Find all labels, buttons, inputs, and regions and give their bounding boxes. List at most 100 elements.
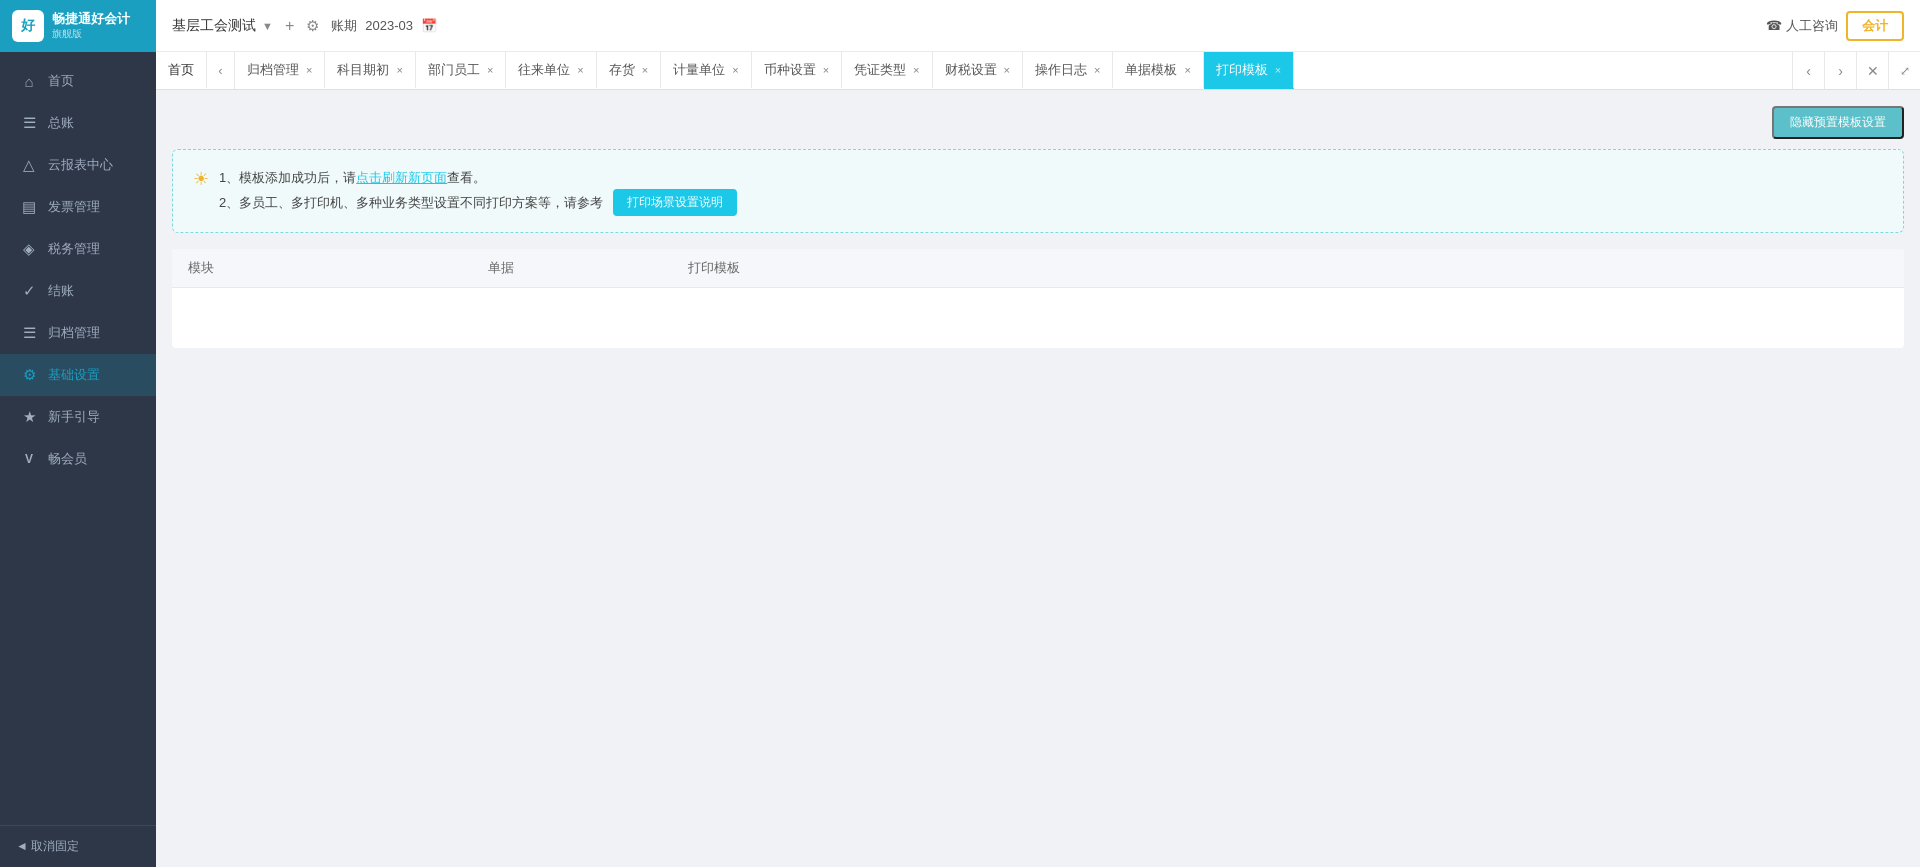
sidebar-label-checkout: 结账: [48, 282, 74, 300]
th-single: 单据: [472, 249, 672, 287]
tab-prev-btn[interactable]: ‹: [1792, 52, 1824, 89]
notice-line2: 2、多员工、多打印机、多种业务类型设置不同打印方案等，请参考 打印场景设置说明: [219, 189, 737, 216]
logo-sub: 旗舰版: [52, 27, 130, 41]
sidebar-item-home[interactable]: ⌂ 首页: [0, 60, 156, 102]
period-value: 2023-03: [365, 18, 413, 33]
tab-home[interactable]: 首页: [156, 52, 207, 89]
tab-singledoc[interactable]: 单据模板 ×: [1113, 52, 1203, 89]
company-name-text: 基层工会测试: [172, 17, 256, 35]
tab-next-btn[interactable]: ›: [1824, 52, 1856, 89]
tab-voucher-close[interactable]: ×: [913, 64, 919, 76]
tabbar: 首页 ‹ 归档管理 × 科目期初 × 部门员工 × 往来单位 × 存货 × 计量…: [156, 52, 1920, 90]
tab-currency-label: 币种设置: [764, 61, 816, 79]
period-label: 账期: [331, 17, 357, 35]
notice-link[interactable]: 点击刷新新页面: [356, 170, 447, 185]
tax-icon: ◈: [20, 240, 38, 258]
add-button[interactable]: +: [285, 17, 294, 35]
tab-archive[interactable]: 归档管理 ×: [235, 52, 325, 89]
tab-expand-btn[interactable]: ⤢: [1888, 52, 1920, 89]
sidebar-label-ledger: 总账: [48, 114, 74, 132]
content-area: 隐藏预置模板设置 ☀ 1、模板添加成功后，请点击刷新新页面查看。 2、多员工、多…: [156, 90, 1920, 867]
tab-nav-prev[interactable]: ‹: [207, 52, 235, 89]
logo-icon: 好: [12, 10, 44, 42]
calendar-icon[interactable]: 📅: [421, 18, 437, 33]
tab-close-btn[interactable]: ✕: [1856, 52, 1888, 89]
notice-line2-prefix: 2、多员工、多打印机、多种业务类型设置不同打印方案等，请参考: [219, 191, 603, 214]
tab-inventory-label: 存货: [609, 61, 635, 79]
tab-printtempl-close[interactable]: ×: [1275, 64, 1281, 76]
sidebar-label-invoice: 发票管理: [48, 198, 100, 216]
tab-department-label: 部门员工: [428, 61, 480, 79]
invoice-icon: ▤: [20, 198, 38, 216]
tab-voucher-label: 凭证类型: [854, 61, 906, 79]
home-icon: ⌂: [20, 73, 38, 90]
tab-subjects-close[interactable]: ×: [396, 64, 402, 76]
service-icon: ☎: [1766, 18, 1782, 33]
table-header: 模块 单据 打印模板: [172, 249, 1904, 288]
logo-text-block: 畅捷通好会计 旗舰版: [52, 11, 130, 41]
tab-measure-label: 计量单位: [673, 61, 725, 79]
tab-department-close[interactable]: ×: [487, 64, 493, 76]
th-template: 打印模板: [672, 249, 1904, 287]
tab-archive-close[interactable]: ×: [306, 64, 312, 76]
tab-supplier-close[interactable]: ×: [577, 64, 583, 76]
tab-taxset-label: 财税设置: [945, 61, 997, 79]
sidebar-nav: ⌂ 首页 ☰ 总账 △ 云报表中心 ▤ 发票管理 ◈ 税务管理 ✓ 结账 ☰ 归…: [0, 52, 156, 825]
tab-measure[interactable]: 计量单位 ×: [661, 52, 751, 89]
sidebar-label-archive: 归档管理: [48, 324, 100, 342]
tab-taxset[interactable]: 财税设置 ×: [933, 52, 1023, 89]
topbar-actions: ☎ 人工咨询 会计: [1766, 11, 1904, 41]
sidebar-item-invoice[interactable]: ▤ 发票管理: [0, 186, 156, 228]
member-icon: V: [20, 452, 38, 466]
th-module: 模块: [172, 249, 472, 287]
sidebar-item-settings[interactable]: ⚙ 基础设置: [0, 354, 156, 396]
sidebar-item-member[interactable]: V 畅会员: [0, 438, 156, 480]
main-area: 基层工会测试 ▼ + ⚙ 账期 2023-03 📅 ☎ 人工咨询 会计 首页 ‹…: [156, 0, 1920, 867]
service-button[interactable]: ☎ 人工咨询: [1766, 17, 1838, 35]
tab-taxset-close[interactable]: ×: [1004, 64, 1010, 76]
tab-end-btns: ‹ › ✕ ⤢: [1792, 52, 1920, 89]
tab-inventory-close[interactable]: ×: [642, 64, 648, 76]
notice-box: ☀ 1、模板添加成功后，请点击刷新新页面查看。 2、多员工、多打印机、多种业务类…: [172, 149, 1904, 233]
sidebar-label-settings: 基础设置: [48, 366, 100, 384]
explain-button[interactable]: 打印场景设置说明: [613, 189, 737, 216]
sidebar-item-tax[interactable]: ◈ 税务管理: [0, 228, 156, 270]
guide-icon: ★: [20, 408, 38, 426]
topbar-settings-icon[interactable]: ⚙: [306, 17, 319, 35]
period-info: 账期 2023-03 📅: [331, 17, 437, 35]
sidebar-item-archive[interactable]: ☰ 归档管理: [0, 312, 156, 354]
company-name[interactable]: 基层工会测试 ▼: [172, 17, 273, 35]
tab-voucher[interactable]: 凭证类型 ×: [842, 52, 932, 89]
dropdown-icon[interactable]: ▼: [262, 20, 273, 32]
tab-currency-close[interactable]: ×: [823, 64, 829, 76]
sidebar-label-guide: 新手引导: [48, 408, 100, 426]
tab-inventory[interactable]: 存货 ×: [597, 52, 661, 89]
tab-currency[interactable]: 币种设置 ×: [752, 52, 842, 89]
tab-department[interactable]: 部门员工 ×: [416, 52, 506, 89]
sidebar-label-home: 首页: [48, 72, 74, 90]
tab-singledoc-close[interactable]: ×: [1184, 64, 1190, 76]
sidebar-item-ledger[interactable]: ☰ 总账: [0, 102, 156, 144]
tab-singledoc-label: 单据模板: [1125, 61, 1177, 79]
tab-oplog-close[interactable]: ×: [1094, 64, 1100, 76]
settings-icon: ⚙: [20, 366, 38, 384]
tab-subjects-label: 科目期初: [337, 61, 389, 79]
tab-printtempl[interactable]: 打印模板 ×: [1204, 52, 1294, 89]
tab-supplier[interactable]: 往来单位 ×: [506, 52, 596, 89]
tab-measure-close[interactable]: ×: [732, 64, 738, 76]
reports-icon: △: [20, 156, 38, 174]
sidebar: 好 畅捷通好会计 旗舰版 ⌂ 首页 ☰ 总账 △ 云报表中心 ▤ 发票管理 ◈ …: [0, 0, 156, 867]
notice-line1: 1、模板添加成功后，请点击刷新新页面查看。: [219, 166, 737, 189]
tab-subjects[interactable]: 科目期初 ×: [325, 52, 415, 89]
sidebar-label-tax: 税务管理: [48, 240, 100, 258]
sidebar-label-reports: 云报表中心: [48, 156, 113, 174]
ledger-icon: ☰: [20, 114, 38, 132]
tab-oplog[interactable]: 操作日志 ×: [1023, 52, 1113, 89]
tab-home-label: 首页: [168, 61, 194, 79]
kuaiji-button[interactable]: 会计: [1846, 11, 1904, 41]
sidebar-footer-pin[interactable]: ◄ 取消固定: [0, 825, 156, 867]
sidebar-item-checkout[interactable]: ✓ 结账: [0, 270, 156, 312]
sidebar-item-reports[interactable]: △ 云报表中心: [0, 144, 156, 186]
hide-template-button[interactable]: 隐藏预置模板设置: [1772, 106, 1904, 139]
sidebar-item-guide[interactable]: ★ 新手引导: [0, 396, 156, 438]
